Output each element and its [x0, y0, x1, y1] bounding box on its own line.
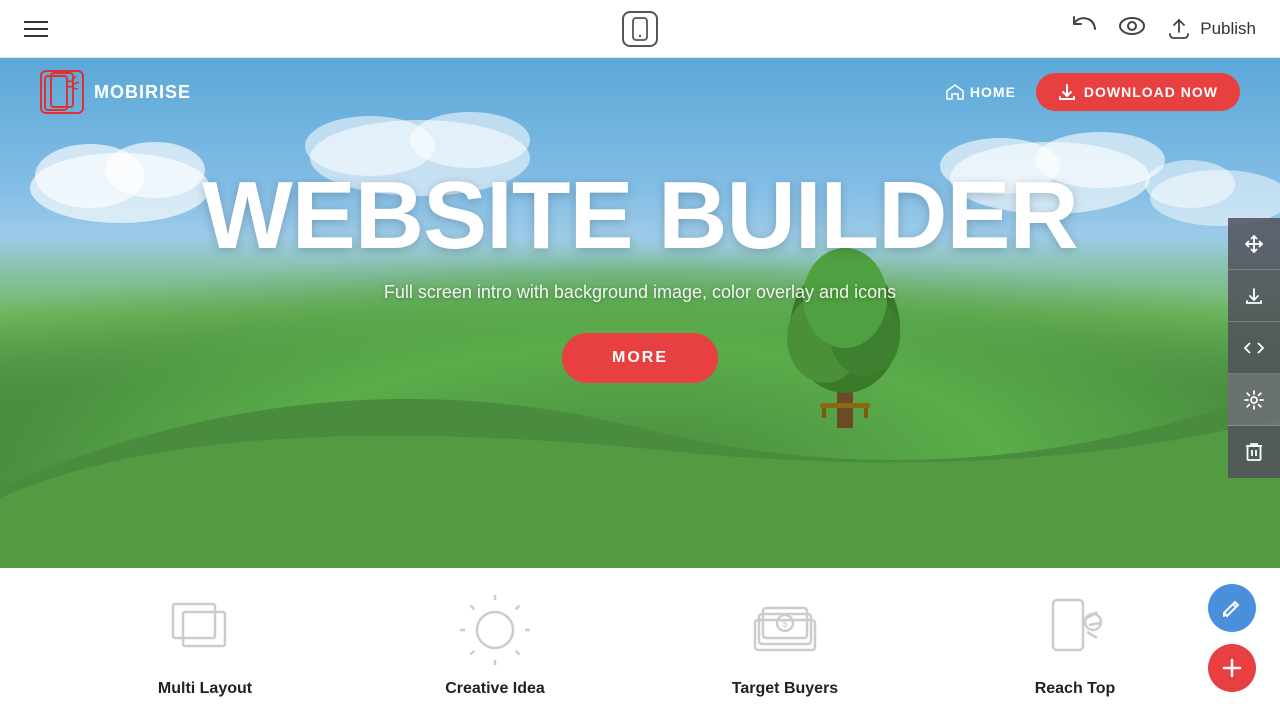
- reach-top-label: Reach Top: [1035, 680, 1116, 698]
- brand-area: MOBIRISE: [40, 70, 191, 114]
- topbar: Publish: [0, 0, 1280, 58]
- add-fab-button[interactable]: [1208, 644, 1256, 692]
- home-nav-label: HOME: [970, 84, 1016, 100]
- multi-layout-label: Multi Layout: [158, 680, 252, 698]
- move-section-button[interactable]: [1228, 218, 1280, 270]
- publish-button[interactable]: Publish: [1166, 18, 1256, 40]
- creative-idea-icon: [455, 590, 535, 670]
- more-button[interactable]: MORE: [562, 333, 718, 383]
- hero-section: MOBIRISE HOME DOWNLOAD NOW: [0, 58, 1280, 568]
- hero-title: WEBSITE BUILDER: [202, 168, 1078, 264]
- undo-button[interactable]: [1072, 15, 1098, 42]
- settings-section-button[interactable]: [1228, 374, 1280, 426]
- nav-right: HOME DOWNLOAD NOW: [946, 73, 1240, 111]
- creative-idea-label: Creative Idea: [445, 680, 545, 698]
- target-buyers-icon: $: [745, 590, 825, 670]
- code-section-button[interactable]: [1228, 322, 1280, 374]
- hero-subtitle: Full screen intro with background image,…: [384, 282, 896, 303]
- download-section-button[interactable]: [1228, 270, 1280, 322]
- hero-content: WEBSITE BUILDER Full screen intro with b…: [0, 168, 1280, 383]
- site-navbar: MOBIRISE HOME DOWNLOAD NOW: [0, 58, 1280, 126]
- delete-section-button[interactable]: [1228, 426, 1280, 478]
- target-buyers-label: Target Buyers: [732, 680, 838, 698]
- feature-multi-layout: Multi Layout: [60, 590, 350, 698]
- multi-layout-icon: [165, 590, 245, 670]
- feature-creative-idea: Creative Idea: [350, 590, 640, 698]
- feature-target-buyers: $ Target Buyers: [640, 590, 930, 698]
- section-toolbar: [1228, 218, 1280, 478]
- home-nav-link[interactable]: HOME: [946, 83, 1016, 101]
- edit-fab-button[interactable]: [1208, 584, 1256, 632]
- download-now-button[interactable]: DOWNLOAD NOW: [1036, 73, 1240, 111]
- mobile-preview-button[interactable]: [622, 11, 658, 47]
- svg-text:$: $: [782, 619, 788, 630]
- feature-reach-top: Reach Top: [930, 590, 1220, 698]
- brand-icon: [40, 70, 84, 114]
- brand-name-label: MOBIRISE: [94, 82, 191, 103]
- hamburger-menu-button[interactable]: [24, 21, 48, 37]
- preview-eye-button[interactable]: [1118, 16, 1146, 41]
- features-section: Multi Layout Creative Idea: [0, 568, 1280, 720]
- download-label: DOWNLOAD NOW: [1084, 84, 1218, 100]
- reach-top-icon: [1035, 590, 1115, 670]
- publish-label: Publish: [1200, 19, 1256, 39]
- main-content: MOBIRISE HOME DOWNLOAD NOW: [0, 58, 1280, 720]
